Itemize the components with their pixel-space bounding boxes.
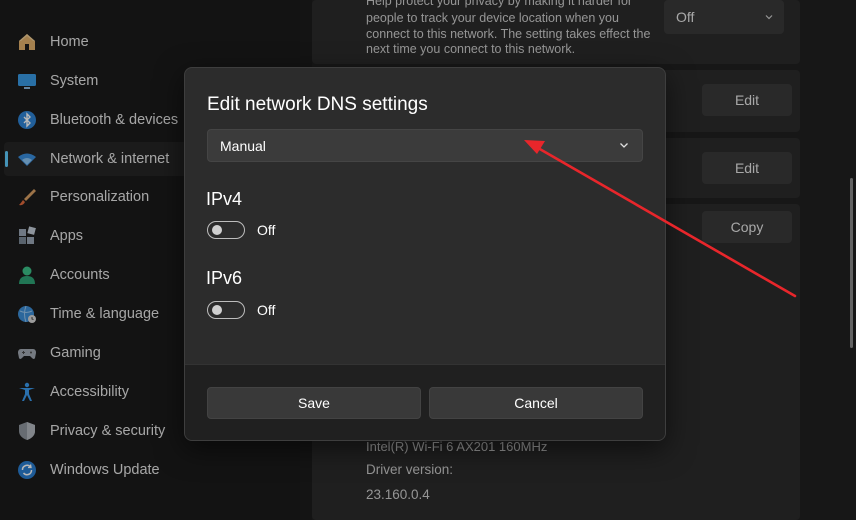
cancel-button[interactable]: Cancel bbox=[429, 387, 643, 419]
ipv4-heading: IPv4 bbox=[206, 189, 243, 209]
chevron-down-icon bbox=[620, 143, 628, 148]
ipv6-toggle[interactable] bbox=[207, 301, 245, 319]
toggle-knob bbox=[212, 305, 222, 315]
toggle-knob bbox=[212, 225, 222, 235]
dialog-title: Edit network DNS settings bbox=[207, 94, 428, 115]
ipv6-toggle-state: Off bbox=[257, 302, 276, 318]
save-button[interactable]: Save bbox=[207, 387, 421, 419]
dropdown-value: Manual bbox=[220, 138, 266, 154]
ipv4-toggle-state: Off bbox=[257, 222, 276, 238]
dialog-footer: Save Cancel bbox=[185, 364, 665, 440]
edit-dns-dialog: Edit network DNS settings Manual IPv4 Of… bbox=[184, 67, 666, 441]
ipv6-heading: IPv6 bbox=[206, 268, 243, 288]
ipv4-toggle[interactable] bbox=[207, 221, 245, 239]
dns-mode-dropdown[interactable]: Manual bbox=[207, 129, 643, 162]
